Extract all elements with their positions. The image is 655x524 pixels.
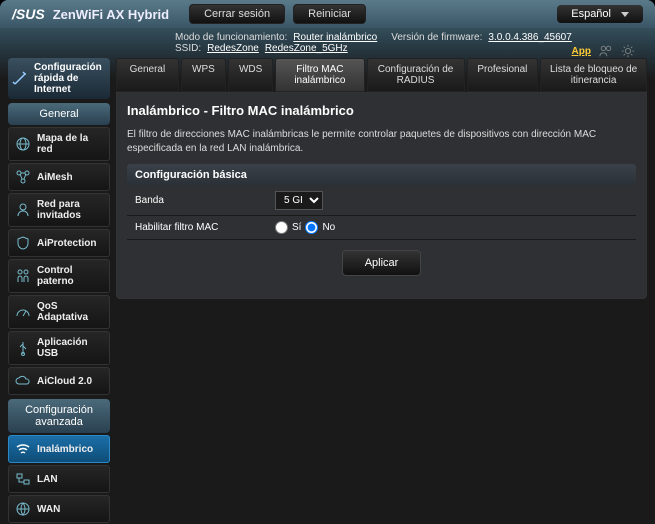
tab-roaming[interactable]: Lista de bloqueo de itinerancia xyxy=(540,58,647,92)
ssid1-link[interactable]: RedesZone xyxy=(207,43,259,54)
sidebar-item-guest[interactable]: Red para invitados xyxy=(8,193,110,227)
language-selector[interactable]: Español xyxy=(557,5,643,23)
sidebar-item-usb[interactable]: Aplicación USB xyxy=(8,331,110,365)
nav-label: LAN xyxy=(37,474,58,485)
main-content: General WPS WDS Filtro MAC inalámbrico C… xyxy=(116,58,647,524)
nav-label: Control paterno xyxy=(37,265,103,287)
page-description: El filtro de direcciones MAC inalámbrica… xyxy=(127,128,636,156)
gauge-icon xyxy=(15,304,31,320)
no-label: No xyxy=(322,222,335,233)
row-band: Banda 5 GHz xyxy=(127,186,636,216)
quick-line1: Configuración xyxy=(34,62,106,73)
tab-bar: General WPS WDS Filtro MAC inalámbrico C… xyxy=(116,58,647,92)
magic-wand-icon xyxy=(12,71,28,87)
fw-link[interactable]: 3.0.0.4.386_45607 xyxy=(488,32,571,43)
general-header: General xyxy=(8,103,110,125)
tab-general[interactable]: General xyxy=(116,58,179,92)
brand-logo: /SUS xyxy=(12,6,45,22)
wifi-icon xyxy=(15,441,31,457)
lan-icon xyxy=(15,471,31,487)
sidebar-item-wan[interactable]: WAN xyxy=(8,495,110,523)
tab-professional[interactable]: Profesional xyxy=(467,58,539,92)
band-label: Banda xyxy=(135,195,275,206)
sidebar-item-qos[interactable]: QoS Adaptativa xyxy=(8,295,110,329)
nav-label: Red para invitados xyxy=(37,199,103,221)
header-bar: /SUS ZenWiFi AX Hybrid Cerrar sesión Rei… xyxy=(0,0,655,28)
sidebar-item-aimesh[interactable]: AiMesh xyxy=(8,163,110,191)
app-link[interactable]: App xyxy=(572,46,591,57)
status-bar: Modo de funcionamiento: Router inalámbri… xyxy=(0,28,655,54)
nav-label: Mapa de la red xyxy=(37,133,103,155)
guest-icon xyxy=(15,202,31,218)
band-select[interactable]: 5 GHz xyxy=(275,191,323,210)
sidebar: Configuración rápida de Internet General… xyxy=(8,58,110,524)
family-icon xyxy=(15,268,31,284)
sidebar-item-lan[interactable]: LAN xyxy=(8,465,110,493)
page-title: Inalámbrico - Filtro MAC inalámbrico xyxy=(127,103,636,118)
mode-link[interactable]: Router inalámbrico xyxy=(293,32,377,43)
sidebar-item-aiprotection[interactable]: AiProtection xyxy=(8,229,110,257)
sidebar-item-networkmap[interactable]: Mapa de la red xyxy=(8,127,110,161)
advanced-header: Configuración avanzada xyxy=(8,399,110,433)
ssid-label: SSID: xyxy=(175,43,201,54)
logout-button[interactable]: Cerrar sesión xyxy=(189,4,285,24)
app-window: /SUS ZenWiFi AX Hybrid Cerrar sesión Rei… xyxy=(0,0,655,524)
reboot-button[interactable]: Reiniciar xyxy=(293,4,366,24)
yes-label: Sí xyxy=(292,222,301,233)
tab-wds[interactable]: WDS xyxy=(228,58,273,92)
nav-label: Aplicación USB xyxy=(37,337,103,359)
shield-icon xyxy=(15,235,31,251)
enable-label: Habilitar filtro MAC xyxy=(135,222,275,233)
users-icon[interactable] xyxy=(599,44,613,58)
nav-label: Inalámbrico xyxy=(37,444,93,455)
row-enable: Habilitar filtro MAC Sí No xyxy=(127,216,636,240)
nav-label: QoS Adaptativa xyxy=(37,301,103,323)
sidebar-item-wireless[interactable]: Inalámbrico xyxy=(8,435,110,463)
nav-label: WAN xyxy=(37,504,60,515)
radio-yes[interactable] xyxy=(275,221,288,234)
content-panel: Inalámbrico - Filtro MAC inalámbrico El … xyxy=(116,92,647,299)
chevron-down-icon xyxy=(621,12,629,17)
tab-macfilter[interactable]: Filtro MAC inalámbrico xyxy=(275,58,364,92)
tab-radius[interactable]: Configuración de RADIUS xyxy=(367,58,465,92)
cloud-icon xyxy=(15,373,31,389)
header-icons: App xyxy=(572,44,635,58)
ssid2-link[interactable]: RedesZone_5GHz xyxy=(265,43,348,54)
gear-icon[interactable] xyxy=(621,44,635,58)
usb-icon xyxy=(15,340,31,356)
radio-no[interactable] xyxy=(305,221,318,234)
nav-label: AiProtection xyxy=(37,238,96,249)
globe-icon xyxy=(15,136,31,152)
language-label: Español xyxy=(571,8,611,20)
apply-button[interactable]: Aplicar xyxy=(342,250,422,276)
sidebar-item-parental[interactable]: Control paterno xyxy=(8,259,110,293)
tab-wps[interactable]: WPS xyxy=(181,58,226,92)
nav-label: AiMesh xyxy=(37,172,73,183)
quick-setup-button[interactable]: Configuración rápida de Internet xyxy=(8,58,110,99)
model-name: ZenWiFi AX Hybrid xyxy=(53,7,169,22)
wan-icon xyxy=(15,501,31,517)
nav-label: AiCloud 2.0 xyxy=(37,376,92,387)
mesh-icon xyxy=(15,169,31,185)
panel-header: Configuración básica xyxy=(127,164,636,186)
quick-line2: rápida de Internet xyxy=(34,73,106,95)
mode-label: Modo de funcionamiento: xyxy=(175,32,287,43)
sidebar-item-aicloud[interactable]: AiCloud 2.0 xyxy=(8,367,110,395)
fw-label: Versión de firmware: xyxy=(391,32,482,43)
